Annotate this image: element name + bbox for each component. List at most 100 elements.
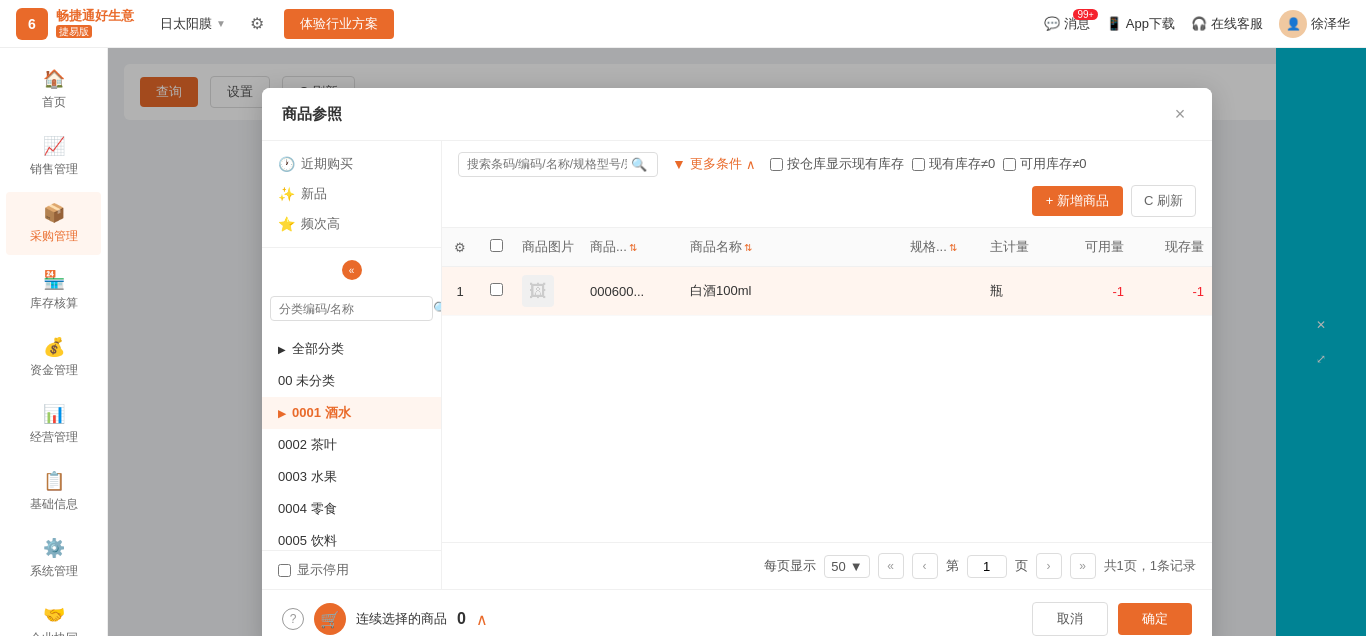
filter-button[interactable]: ▼ 更多条件 ∧ xyxy=(666,151,762,177)
system-icon: ⚙️ xyxy=(43,537,65,559)
page-number-input[interactable] xyxy=(967,555,1007,578)
first-page-button[interactable]: « xyxy=(878,553,904,579)
category-label-0005: 0005 饮料 xyxy=(278,532,337,550)
app-download-label: App下载 xyxy=(1126,15,1175,33)
col-header-name[interactable]: 商品名称⇅ xyxy=(682,228,902,267)
add-product-button[interactable]: + 新增商品 xyxy=(1032,186,1123,216)
prev-page-button[interactable]: ‹ xyxy=(912,553,938,579)
category-item-00[interactable]: 00 未分类 xyxy=(262,365,441,397)
row-checkbox-cell xyxy=(478,267,514,316)
collapse-button[interactable]: « xyxy=(342,260,362,280)
col-header-stock: 现存量 xyxy=(1132,228,1212,267)
sidebar-label-purchase: 采购管理 xyxy=(30,228,78,245)
user-item[interactable]: 👤 徐泽华 xyxy=(1279,10,1350,38)
col-header-settings[interactable]: ⚙ xyxy=(442,228,478,267)
category-panel: 🕐 近期购买 ✨ 新品 ⭐ 频次高 xyxy=(262,141,442,589)
modal-backdrop: 商品参照 × 🕐 近期购买 ✨ 新 xyxy=(108,48,1366,636)
search-icon[interactable]: 🔍 xyxy=(631,157,647,172)
category-item-0004[interactable]: 0004 零食 xyxy=(262,493,441,525)
shortcut-recent[interactable]: 🕐 近期购买 xyxy=(270,149,433,179)
col-header-spec[interactable]: 规格...⇅ xyxy=(902,228,982,267)
show-disabled-checkbox[interactable] xyxy=(278,564,291,577)
online-service-item[interactable]: 🎧 在线客服 xyxy=(1191,15,1263,33)
product-table: ⚙ 商品图片 商品...⇅ xyxy=(442,228,1212,316)
chevron-up-button[interactable]: ∧ xyxy=(476,610,488,629)
shortcut-new[interactable]: ✨ 新品 xyxy=(270,179,433,209)
last-page-button[interactable]: » xyxy=(1070,553,1096,579)
clock-icon: 🕐 xyxy=(278,156,295,172)
table-row[interactable]: 1 🖼 000600... 白酒100ml xyxy=(442,267,1212,316)
sidebar-item-finance[interactable]: 💰 资金管理 xyxy=(6,326,101,389)
row-num: 1 xyxy=(442,267,478,316)
row-unit: 瓶 xyxy=(982,267,1052,316)
gear-icon[interactable]: ⚙ xyxy=(242,9,272,39)
category-label-0003: 0003 水果 xyxy=(278,468,337,486)
cart-text: 连续选择的商品 xyxy=(356,610,447,628)
collab-icon: 🤝 xyxy=(43,604,65,626)
sidebar-item-collab[interactable]: 🤝 企业协同 xyxy=(6,594,101,636)
sidebar-item-sales[interactable]: 📈 销售管理 xyxy=(6,125,101,188)
sales-icon: 📈 xyxy=(43,135,65,157)
logo-icon: 6 xyxy=(16,8,48,40)
next-page-button[interactable]: › xyxy=(1036,553,1062,579)
category-shortcuts: 🕐 近期购买 ✨ 新品 ⭐ 频次高 xyxy=(262,141,441,248)
category-item-all[interactable]: ▶ 全部分类 xyxy=(262,333,441,365)
category-item-0003[interactable]: 0003 水果 xyxy=(262,461,441,493)
row-checkbox[interactable] xyxy=(490,283,503,296)
footer-right: 取消 确定 xyxy=(1032,602,1192,636)
page-word: 第 xyxy=(946,557,959,575)
notification-item[interactable]: 💬 消息 99+ xyxy=(1044,15,1090,33)
shortcut-frequent[interactable]: ⭐ 频次高 xyxy=(270,209,433,239)
page-label: 页 xyxy=(1015,557,1028,575)
checkbox-avail[interactable] xyxy=(912,158,925,171)
sort-icon-code: ⇅ xyxy=(629,242,637,253)
checkbox-usable[interactable] xyxy=(1003,158,1016,171)
col-header-unit: 主计量 xyxy=(982,228,1052,267)
category-search-icon[interactable]: 🔍 xyxy=(433,301,442,316)
product-table-container: ⚙ 商品图片 商品...⇅ xyxy=(442,228,1212,542)
notification-badge: 99+ xyxy=(1073,9,1097,20)
checkbox-stock-label[interactable]: 按仓库显示现有库存 xyxy=(770,155,904,173)
row-avail: -1 xyxy=(1052,267,1132,316)
category-item-0001[interactable]: ▶ 0001 酒水 xyxy=(262,397,441,429)
confirm-button[interactable]: 确定 xyxy=(1118,603,1192,635)
experience-button[interactable]: 体验行业方案 xyxy=(284,9,394,39)
category-list: ▶ 全部分类 00 未分类 ▶ 0001 酒水 0002 茶 xyxy=(262,329,441,550)
sidebar-label-sales: 销售管理 xyxy=(30,161,78,178)
filter-label: 更多条件 xyxy=(690,155,742,173)
checkbox-avail-label[interactable]: 现有库存≠0 xyxy=(912,155,995,173)
checkbox-stock[interactable] xyxy=(770,158,783,171)
refresh-button[interactable]: C 刷新 xyxy=(1131,185,1196,217)
category-item-0002[interactable]: 0002 茶叶 xyxy=(262,429,441,461)
finance-icon: 💰 xyxy=(43,336,65,358)
category-label-all: 全部分类 xyxy=(292,340,344,358)
store-selector[interactable]: 日太阳膜 ▼ xyxy=(152,11,234,37)
sidebar-item-basic-info[interactable]: 📋 基础信息 xyxy=(6,460,101,523)
sidebar-item-operations[interactable]: 📊 经营管理 xyxy=(6,393,101,456)
sidebar-label-collab: 企业协同 xyxy=(30,630,78,636)
sidebar-item-system[interactable]: ⚙️ 系统管理 xyxy=(6,527,101,590)
help-icon: ? xyxy=(290,612,297,626)
sidebar-item-purchase[interactable]: 📦 采购管理 xyxy=(6,192,101,255)
help-button[interactable]: ? xyxy=(282,608,304,630)
main-layout: 🏠 首页 📈 销售管理 📦 采购管理 🏪 库存核算 💰 资金管理 📊 经营管理 … xyxy=(0,48,1366,636)
product-thumbnail: 🖼 xyxy=(522,275,554,307)
checkbox-usable-label[interactable]: 可用库存≠0 xyxy=(1003,155,1086,173)
store-name: 日太阳膜 xyxy=(160,15,212,33)
product-search-input[interactable] xyxy=(467,157,627,171)
app-download-item[interactable]: 📱 App下载 xyxy=(1106,15,1175,33)
col-header-code[interactable]: 商品...⇅ xyxy=(582,228,682,267)
category-item-0005[interactable]: 0005 饮料 xyxy=(262,525,441,550)
cart-info: ? 🛒 连续选择的商品 0 ∧ xyxy=(282,603,488,635)
sidebar-item-home[interactable]: 🏠 首页 xyxy=(6,58,101,121)
category-search-input[interactable] xyxy=(279,302,429,316)
cancel-button[interactable]: 取消 xyxy=(1032,602,1108,636)
headset-icon: 🎧 xyxy=(1191,16,1207,31)
sidebar-item-inventory[interactable]: 🏪 库存核算 xyxy=(6,259,101,322)
chevron-down-icon: ▼ xyxy=(850,559,863,574)
select-all-checkbox[interactable] xyxy=(490,239,503,252)
chevron-up-icon: ∧ xyxy=(746,157,756,172)
modal-close-button[interactable]: × xyxy=(1168,102,1192,126)
modal-title: 商品参照 xyxy=(282,105,342,124)
page-size-select[interactable]: 50 ▼ xyxy=(824,555,869,578)
